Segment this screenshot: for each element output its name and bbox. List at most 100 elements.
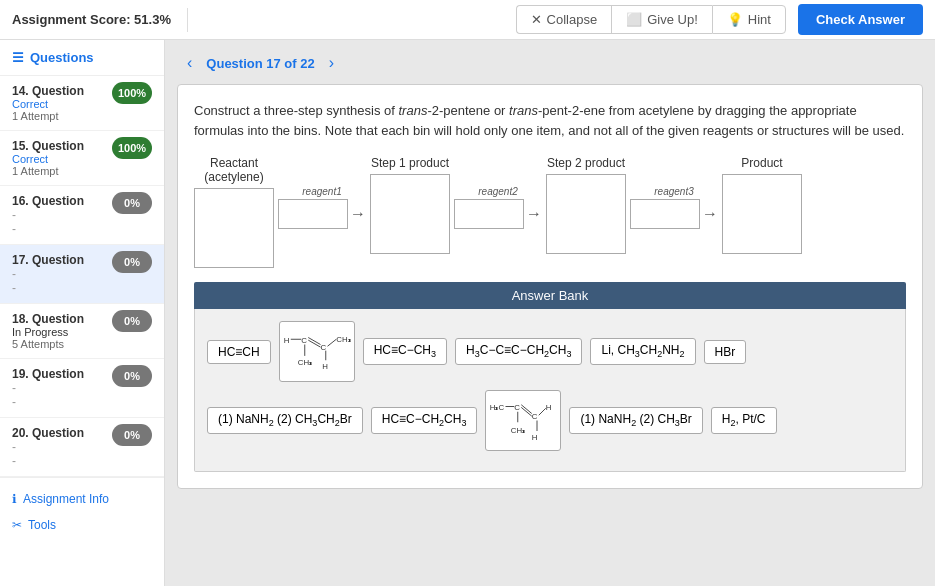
- svg-text:CH₃: CH₃: [336, 335, 350, 344]
- sidebar-item-q18[interactable]: 0% 18. Question In Progress 5 Attempts: [0, 304, 164, 359]
- answer-bank-header: Answer Bank: [194, 282, 906, 309]
- give-up-button[interactable]: ⬜ Give Up!: [611, 5, 712, 34]
- sidebar-item-q16[interactable]: 0% 16. Question - -: [0, 186, 164, 245]
- question-nav: ‹ Question 17 of 22 ›: [177, 52, 923, 74]
- badge-q17: 0%: [112, 251, 152, 273]
- badge-q16: 0%: [112, 192, 152, 214]
- reagent2-area: reagent2 →: [454, 156, 542, 229]
- sidebar-title: Questions: [30, 50, 94, 65]
- sidebar: ☰ Questions 100% 14. Question Correct 1 …: [0, 40, 165, 586]
- reagent3-label: reagent3: [654, 186, 693, 197]
- product-label: Product: [741, 156, 782, 170]
- q20-attempts: -: [12, 454, 152, 468]
- answer-bank-body: HC≡CH H C C: [194, 309, 906, 472]
- step2-box[interactable]: [546, 174, 626, 254]
- q14-attempts: 1 Attempt: [12, 110, 152, 122]
- answer-bank-row1: HC≡CH H C C: [207, 321, 893, 382]
- check-answer-button[interactable]: Check Answer: [798, 4, 923, 35]
- product-col: Product: [722, 156, 802, 254]
- sidebar-item-q14[interactable]: 100% 14. Question Correct 1 Attempt: [0, 76, 164, 131]
- q19-attempts: -: [12, 395, 152, 409]
- answer-hcch[interactable]: HC≡CH: [207, 340, 271, 364]
- svg-line-6: [327, 339, 336, 346]
- h3c-cec-text: H3C−C≡C−CH2CH3: [466, 343, 571, 359]
- answer-h3c-cec[interactable]: H3C−C≡C−CH2CH3: [455, 338, 582, 364]
- answer-molecule1[interactable]: H C C CH₃: [279, 321, 355, 382]
- assignment-score: Assignment Score: 51.3%: [12, 12, 171, 27]
- svg-text:CH₃: CH₃: [297, 358, 311, 367]
- reagent3-box[interactable]: [630, 199, 700, 229]
- reagent3-area: reagent3 →: [630, 156, 718, 229]
- reagent3-arrow-area: →: [630, 199, 718, 229]
- step1-box[interactable]: [370, 174, 450, 254]
- svg-text:H: H: [283, 336, 289, 345]
- q16-attempts: -: [12, 222, 152, 236]
- svg-text:H: H: [322, 362, 328, 371]
- hbr-text: HBr: [715, 345, 736, 359]
- svg-line-18: [539, 408, 546, 415]
- svg-text:H: H: [546, 403, 552, 412]
- svg-text:C: C: [515, 403, 521, 412]
- answer-nanh2-ethbr[interactable]: (1) NaNH2 (2) CH3CH2Br: [207, 407, 363, 433]
- arrow3-icon: →: [702, 205, 718, 223]
- reagent1-area: reagent1 →: [278, 156, 366, 229]
- badge-q14: 100%: [112, 82, 152, 104]
- step1-label: Step 1 product: [371, 156, 449, 170]
- reagent1-box[interactable]: [278, 199, 348, 229]
- svg-text:C: C: [532, 412, 538, 421]
- q17-attempts: -: [12, 281, 152, 295]
- sidebar-item-q20[interactable]: 0% 20. Question - -: [0, 418, 164, 477]
- svg-text:C: C: [301, 336, 307, 345]
- product-box[interactable]: [722, 174, 802, 254]
- answer-hcc-ch2ch3[interactable]: HC≡C−CH2CH3: [371, 407, 478, 433]
- collapse-button[interactable]: ✕ Collapse: [516, 5, 612, 34]
- step2-label: Step 2 product: [547, 156, 625, 170]
- synthesis-area: Reactant(acetylene) reagent1 → Step 1 pr…: [194, 156, 906, 268]
- answer-bank: Answer Bank HC≡CH H: [194, 282, 906, 472]
- tools-link[interactable]: ✂ Tools: [12, 512, 152, 538]
- answer-nanh2-mebr[interactable]: (1) NaNH2 (2) CH3Br: [569, 407, 702, 433]
- sidebar-item-q17[interactable]: 0% 17. Question - -: [0, 245, 164, 304]
- reactant-box[interactable]: [194, 188, 274, 268]
- reagent2-box[interactable]: [454, 199, 524, 229]
- reagent1-label: reagent1: [302, 186, 341, 197]
- reactant-col: Reactant(acetylene): [194, 156, 274, 268]
- reagent2-arrow-area: →: [454, 199, 542, 229]
- answer-hbr[interactable]: HBr: [704, 340, 747, 364]
- next-arrow[interactable]: ›: [323, 52, 340, 74]
- arrow2-icon: →: [526, 205, 542, 223]
- h2-ptc-text: H2, Pt/C: [722, 412, 766, 428]
- top-bar: Assignment Score: 51.3% ✕ Collapse ⬜ Giv…: [0, 0, 935, 40]
- badge-q20: 0%: [112, 424, 152, 446]
- answer-hcc-ch3[interactable]: HC≡C−CH3: [363, 338, 447, 364]
- sidebar-footer: ℹ Assignment Info ✂ Tools: [0, 477, 164, 546]
- hcc-ch3-text: HC≡C−CH3: [374, 343, 436, 359]
- hint-icon: 💡: [727, 12, 743, 27]
- prev-arrow[interactable]: ‹: [181, 52, 198, 74]
- assignment-info-link[interactable]: ℹ Assignment Info: [12, 486, 152, 512]
- collapse-label: Collapse: [547, 12, 598, 27]
- info-icon: ℹ: [12, 492, 17, 506]
- badge-q15: 100%: [112, 137, 152, 159]
- hcc-ch2ch3-text: HC≡C−CH2CH3: [382, 412, 467, 428]
- step1-col: Step 1 product: [370, 156, 450, 254]
- answer-molecule2[interactable]: H₃C C C H: [485, 390, 561, 451]
- svg-text:H: H: [532, 433, 538, 442]
- svg-text:H₃C: H₃C: [490, 403, 505, 412]
- answer-li-reagent[interactable]: Li, CH3CH2NH2: [590, 338, 695, 364]
- questions-icon: ☰: [12, 50, 24, 65]
- sidebar-item-q19[interactable]: 0% 19. Question - -: [0, 359, 164, 418]
- answer-h2-ptc[interactable]: H2, Pt/C: [711, 407, 777, 433]
- q15-attempts: 1 Attempt: [12, 165, 152, 177]
- hint-label: Hint: [748, 12, 771, 27]
- main-layout: ☰ Questions 100% 14. Question Correct 1 …: [0, 40, 935, 586]
- top-actions: ✕ Collapse ⬜ Give Up! 💡 Hint Check Answe…: [516, 4, 923, 35]
- sidebar-item-q15[interactable]: 100% 15. Question Correct 1 Attempt: [0, 131, 164, 186]
- molecule2-svg: H₃C C C H: [488, 393, 558, 448]
- hint-button[interactable]: 💡 Hint: [712, 5, 786, 34]
- divider: [187, 8, 188, 32]
- collapse-icon: ✕: [531, 12, 542, 27]
- content-area: ‹ Question 17 of 22 › Construct a three-…: [165, 40, 935, 586]
- assignment-info-label: Assignment Info: [23, 492, 109, 506]
- question-label: Question 17 of 22: [206, 56, 314, 71]
